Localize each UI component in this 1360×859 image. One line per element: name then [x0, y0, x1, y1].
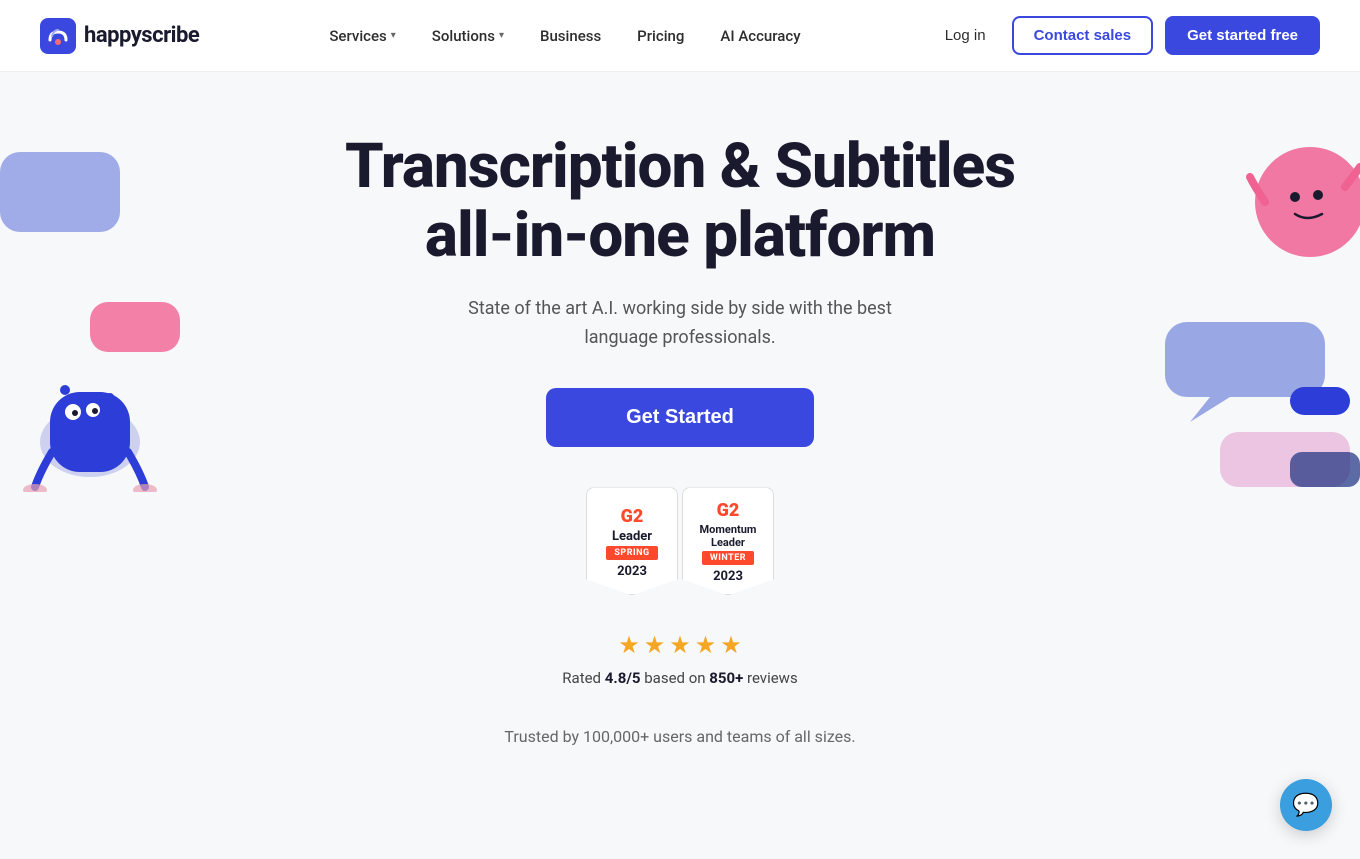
badge-g2-logo: G2: [621, 506, 644, 527]
chat-icon: 💬: [1292, 793, 1319, 818]
badge-momentum-year: 2023: [713, 569, 743, 584]
rating-suffix: based on: [644, 669, 709, 687]
navbar: happyscribe Services ▾ Solutions ▾ Busin…: [0, 0, 1360, 72]
stars-row: ★ ★ ★ ★ ★: [618, 631, 742, 659]
chat-support-button[interactable]: 💬: [1280, 779, 1332, 831]
badge-leader-season: SPRING: [606, 546, 657, 560]
hero-title: Transcription & Subtitles all-in-one pla…: [345, 132, 1015, 271]
badge-momentum-title: Momentum Leader: [691, 523, 765, 549]
star-3: ★: [669, 631, 691, 659]
badge-leader: G2 Leader SPRING 2023: [586, 487, 678, 595]
rating-text: Rated 4.8/5 based on 850+ reviews: [562, 669, 797, 687]
badges-container: G2 Leader SPRING 2023 G2 Momentum Leader…: [586, 487, 774, 595]
hero-section: Transcription & Subtitles all-in-one pla…: [0, 72, 1360, 786]
nav-pricing[interactable]: Pricing: [623, 19, 698, 53]
rating-score: 4.8/5: [605, 669, 641, 687]
nav-business[interactable]: Business: [526, 19, 615, 53]
left-decoration: [0, 132, 210, 496]
chevron-down-icon: ▾: [499, 30, 504, 41]
nav-actions: Log in Contact sales Get started free: [931, 16, 1320, 55]
badge-leader-title: Leader: [612, 529, 652, 544]
logo-link[interactable]: happyscribe: [40, 18, 199, 54]
star-1: ★: [618, 631, 640, 659]
star-5-half: ★: [720, 631, 742, 659]
logo-text: happyscribe: [84, 23, 199, 48]
login-button[interactable]: Log in: [931, 19, 1000, 52]
nav-links: Services ▾ Solutions ▾ Business Pricing …: [315, 19, 814, 53]
review-count: 850+: [709, 669, 743, 687]
get-started-button[interactable]: Get Started: [546, 388, 814, 447]
trusted-text: Trusted by 100,000+ users and teams of a…: [504, 727, 855, 746]
nav-services[interactable]: Services ▾: [315, 19, 409, 53]
nav-solutions[interactable]: Solutions ▾: [418, 19, 518, 53]
chevron-down-icon: ▾: [391, 30, 396, 41]
contact-sales-button[interactable]: Contact sales: [1012, 16, 1154, 55]
badge-momentum: G2 Momentum Leader WINTER 2023: [682, 487, 774, 595]
get-started-free-button[interactable]: Get started free: [1165, 16, 1320, 55]
hero-subtitle: State of the art A.I. working side by si…: [440, 295, 920, 353]
right-decoration: [1160, 132, 1360, 496]
badge-momentum-g2-logo: G2: [717, 500, 740, 521]
star-4: ★: [695, 631, 717, 659]
badge-leader-year: 2023: [617, 564, 647, 579]
logo-icon: [40, 18, 76, 54]
badge-momentum-season: WINTER: [702, 551, 754, 565]
star-2: ★: [644, 631, 666, 659]
nav-ai-accuracy[interactable]: AI Accuracy: [706, 19, 814, 53]
